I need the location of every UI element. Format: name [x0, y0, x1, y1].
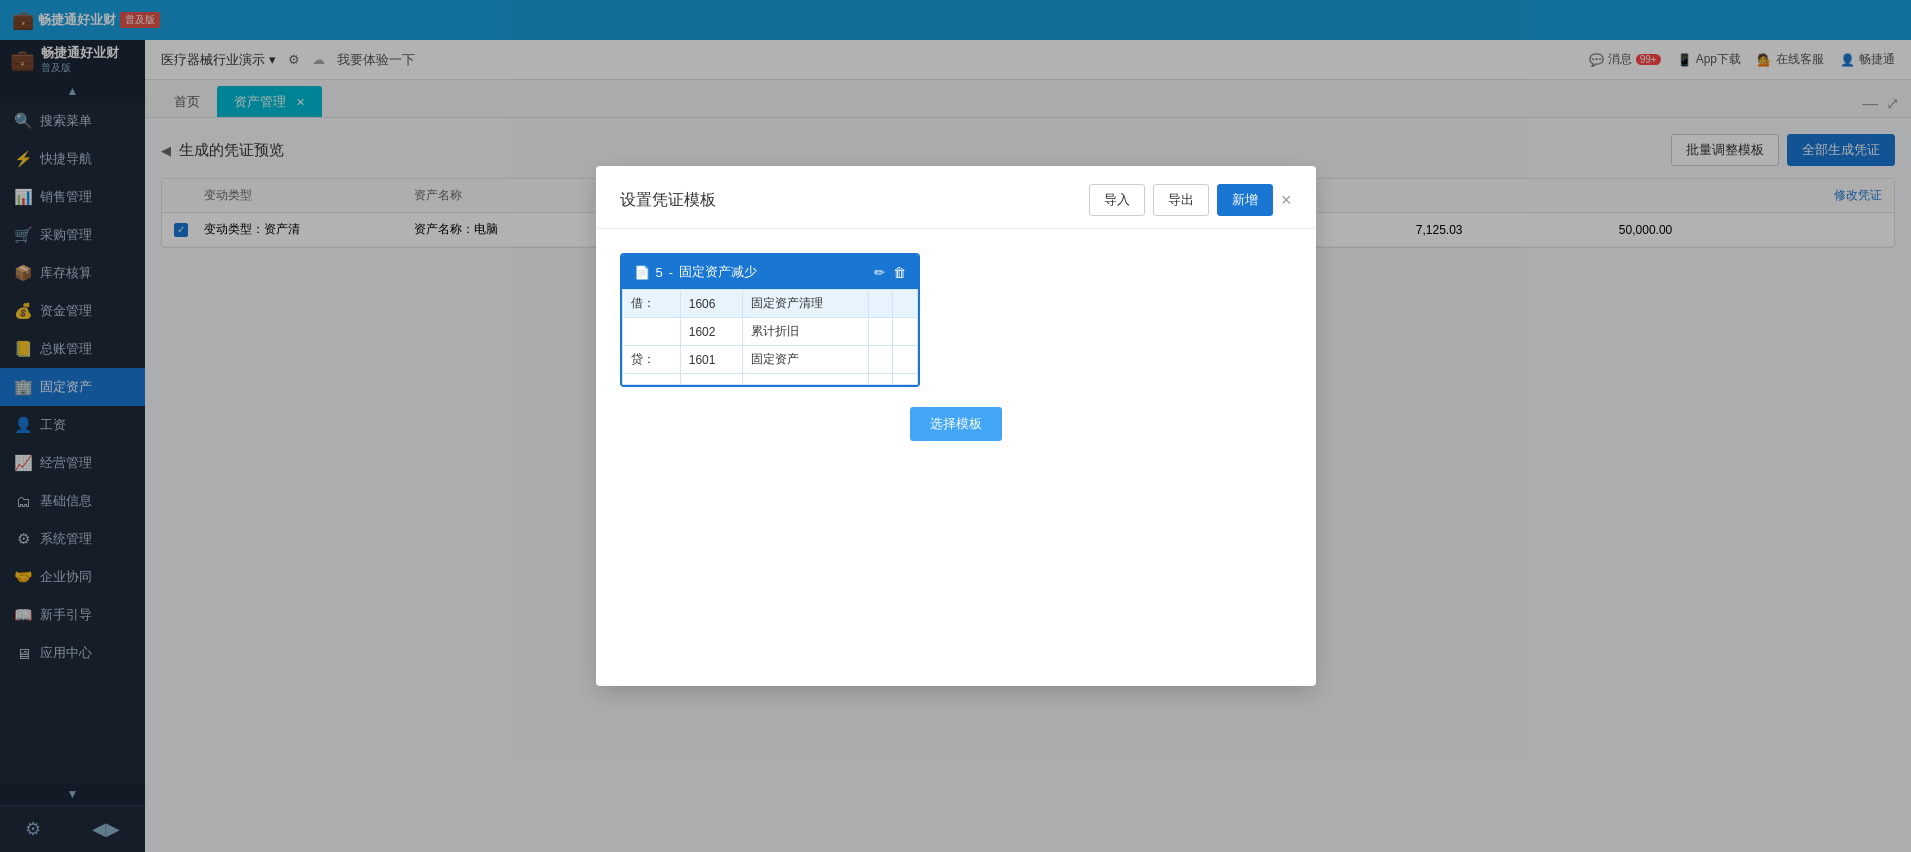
template-name: 固定资产减少 [679, 263, 757, 281]
modal-header: 设置凭证模板 导入 导出 新增 × [596, 166, 1316, 229]
template-card-header: 📄 5 - 固定资产减少 ✏ 🗑 [622, 255, 918, 289]
modal-close-button[interactable]: × [1281, 190, 1292, 211]
template-entry-row: 借： 1606 固定资产清理 [622, 290, 917, 318]
entry-code-0: 1606 [680, 290, 742, 318]
template-id: 5 [656, 265, 663, 280]
card-title: 📄 5 - 固定资产减少 [634, 263, 758, 281]
modal-header-right: 导入 导出 新增 × [1089, 184, 1292, 216]
import-button[interactable]: 导入 [1089, 184, 1145, 216]
select-template-button[interactable]: 选择模板 [910, 407, 1002, 441]
entry-debit-2 [869, 346, 893, 374]
entry-credit-2 [893, 346, 917, 374]
entry-code-1: 1602 [680, 318, 742, 346]
entry-credit-3 [893, 374, 917, 385]
entry-credit-1 [893, 318, 917, 346]
modal-actions: 导入 导出 新增 [1089, 184, 1273, 216]
entry-subject-0: 固定资产清理 [742, 290, 868, 318]
entry-type-2: 贷： [622, 346, 680, 374]
delete-template-icon[interactable]: 🗑 [893, 265, 906, 280]
entry-type-1 [622, 318, 680, 346]
export-button[interactable]: 导出 [1153, 184, 1209, 216]
set-voucher-template-modal: 设置凭证模板 导入 导出 新增 × 📄 5 - 固定资产减少 [596, 166, 1316, 686]
entry-debit-1 [869, 318, 893, 346]
modal-title: 设置凭证模板 [620, 190, 716, 211]
entry-type-3 [622, 374, 680, 385]
template-entry-row: 贷： 1601 固定资产 [622, 346, 917, 374]
modal-overlay: 设置凭证模板 导入 导出 新增 × 📄 5 - 固定资产减少 [0, 0, 1911, 852]
template-card: 📄 5 - 固定资产减少 ✏ 🗑 借： 1606 [620, 253, 920, 387]
entry-debit-0 [869, 290, 893, 318]
entry-debit-3 [869, 374, 893, 385]
template-entry-row-empty [622, 374, 917, 385]
new-template-button[interactable]: 新增 [1217, 184, 1273, 216]
template-entries-table: 借： 1606 固定资产清理 1602 累计折旧 [622, 289, 918, 385]
modal-body: 📄 5 - 固定资产减少 ✏ 🗑 借： 1606 [596, 229, 1316, 465]
template-sep: - [669, 265, 673, 280]
edit-template-icon[interactable]: ✏ [874, 265, 885, 280]
template-entry-row: 1602 累计折旧 [622, 318, 917, 346]
entry-code-2: 1601 [680, 346, 742, 374]
entry-subject-2: 固定资产 [742, 346, 868, 374]
template-doc-icon: 📄 [634, 265, 650, 280]
entry-code-3 [680, 374, 742, 385]
entry-subject-3 [742, 374, 868, 385]
entry-credit-0 [893, 290, 917, 318]
card-action-icons: ✏ 🗑 [874, 265, 906, 280]
entry-type-0: 借： [622, 290, 680, 318]
entry-subject-1: 累计折旧 [742, 318, 868, 346]
